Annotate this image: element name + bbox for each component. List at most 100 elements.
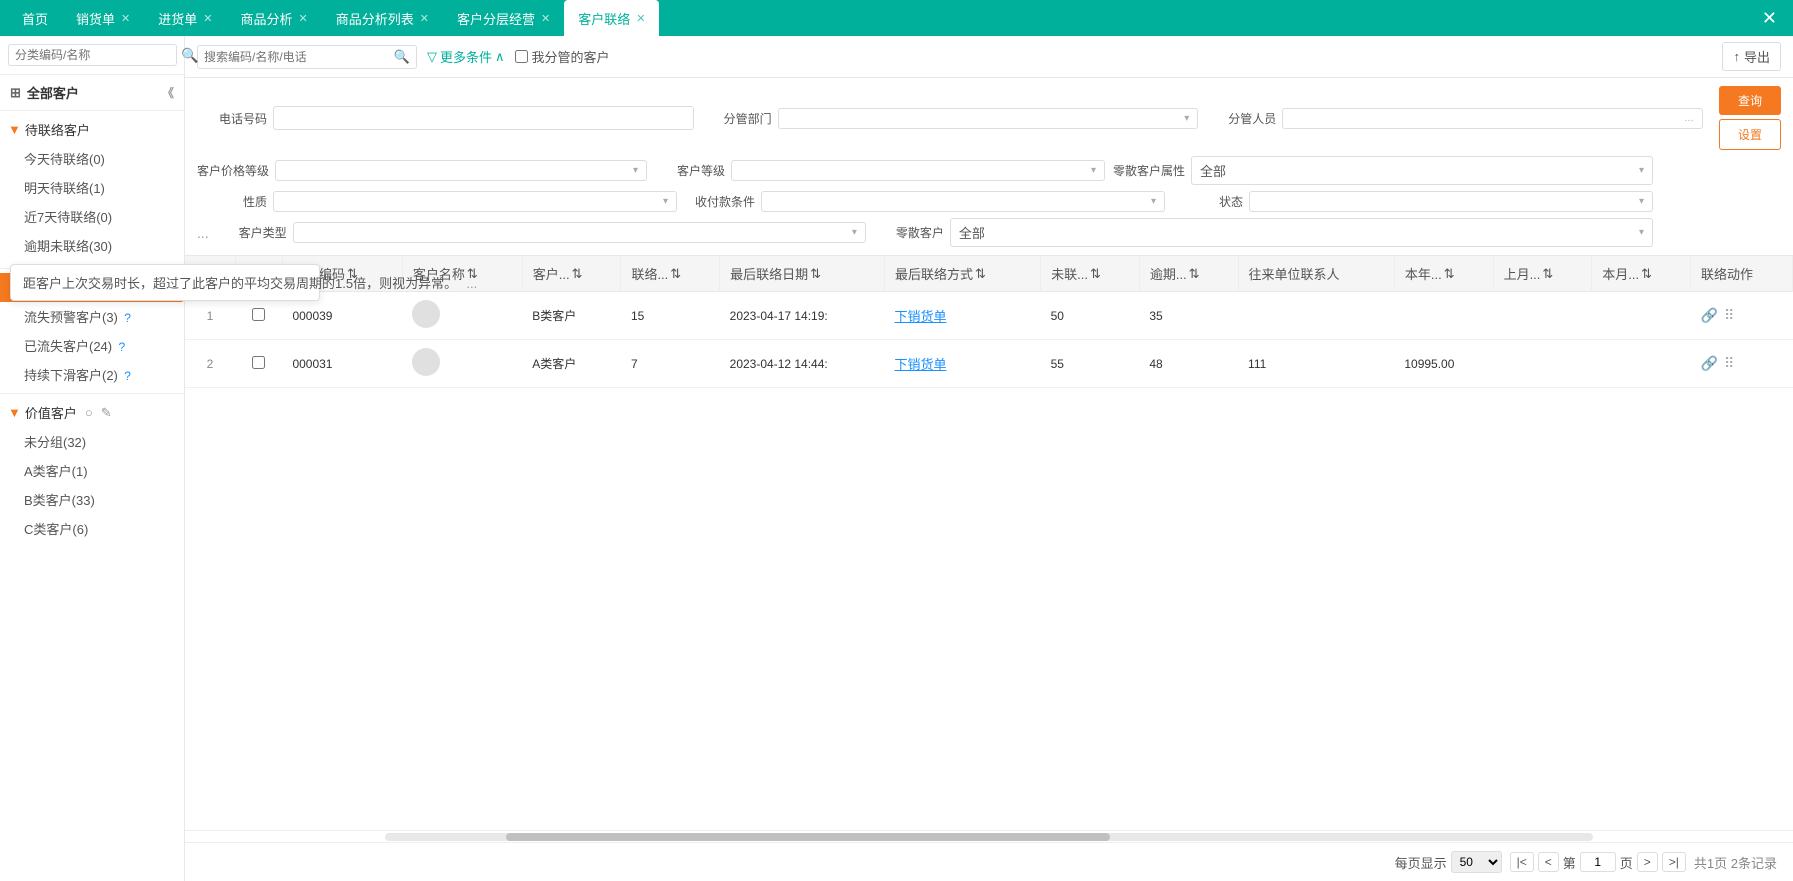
my-customers-checkbox[interactable] (515, 50, 528, 63)
th-contact-count: 联络...⇅ (621, 256, 720, 292)
first-page-button[interactable]: |< (1510, 852, 1534, 872)
edit2-icon[interactable]: ✎ (101, 405, 112, 421)
query-button[interactable]: 查询 (1719, 86, 1781, 115)
customer-level-select[interactable]: ▾ (731, 160, 1105, 181)
sidebar-item-unclassified[interactable]: 未分组(32) (0, 427, 184, 456)
sidebar-search-input[interactable] (8, 44, 177, 66)
sidebar-item-churned[interactable]: 已流失客户(24) ? (0, 331, 184, 360)
contact-method-link[interactable]: 下销货单 (894, 357, 946, 372)
contact-method-link[interactable]: 下销货单 (894, 309, 946, 324)
retail-attr-select[interactable]: 全部 ▾ (1191, 156, 1653, 185)
last-page-button[interactable]: >| (1662, 852, 1686, 872)
payment-select[interactable]: ▾ (761, 191, 1165, 212)
sort-icon[interactable]: ⇅ (670, 266, 681, 282)
sidebar-all-customers-header: ⊞ 全部客户 《 (0, 75, 184, 111)
chevron-down-icon: ▾ (1091, 165, 1096, 176)
row-checkbox[interactable] (252, 308, 265, 321)
question-icon[interactable]: ? (124, 311, 131, 325)
page-input[interactable] (1580, 852, 1616, 872)
window-close-button[interactable]: ✕ (1754, 8, 1785, 29)
sidebar-item-churn-warning[interactable]: 流失预警客户(3) ? (0, 302, 184, 331)
sort-icon[interactable]: ⇅ (1542, 266, 1553, 282)
sort-icon[interactable]: ⇅ (1641, 266, 1652, 282)
nav-purchase[interactable]: 进货单 ✕ (144, 0, 226, 36)
th-this-year: 本年...⇅ (1394, 256, 1493, 292)
sort-icon[interactable]: ⇅ (810, 266, 821, 282)
advanced-filter: 电话号码 分管部门 ▾ 分管人员 … (185, 78, 1793, 256)
cell-checkbox[interactable] (235, 340, 282, 388)
cell-category: B类客户 (522, 292, 621, 340)
chevron-down-icon: ▾ (1639, 165, 1644, 176)
chevron-down-icon: ▾ (1639, 196, 1644, 207)
sort-icon[interactable]: ⇅ (1090, 266, 1101, 282)
customer-type-select[interactable]: ▾ (293, 222, 866, 243)
close-icon[interactable]: ✕ (203, 12, 212, 25)
nav-customer-tier[interactable]: 客户分层经营 ✕ (443, 0, 564, 36)
edit-icon[interactable]: ○ (85, 405, 93, 420)
manager-select[interactable]: … (1282, 108, 1703, 129)
tooltip-close-icon[interactable]: ... (466, 276, 477, 291)
main-search-icon[interactable]: 🔍 (394, 49, 410, 65)
next-page-button[interactable]: > (1637, 852, 1658, 872)
sidebar-item-class-c[interactable]: C类客户(6) (0, 514, 184, 543)
close-icon[interactable]: ✕ (636, 12, 645, 25)
filter-row-4: ... 客户类型 ▾ 零散客户 全部 ▾ (197, 218, 1781, 247)
close-icon[interactable]: ✕ (541, 12, 550, 25)
sidebar-search-area: 🔍 (0, 36, 184, 75)
question-icon[interactable]: ? (118, 340, 125, 354)
filter-bar: 🔍 ▽ 更多条件 ∧ 我分管的客户 ↑ 导出 (185, 36, 1793, 78)
filter-icon: ▽ (427, 49, 437, 65)
cell-index: 2 (185, 340, 235, 388)
nav-home[interactable]: 首页 (8, 0, 62, 36)
chevron-down-icon: ▾ (1639, 227, 1644, 238)
sidebar-search-icon[interactable]: 🔍 (181, 47, 198, 64)
scrollbar-thumb[interactable] (506, 833, 1110, 841)
contact-icon[interactable]: 🔗 (1701, 355, 1718, 372)
row-checkbox[interactable] (252, 356, 265, 369)
gender-select[interactable]: ▾ (273, 191, 677, 212)
sort-icon[interactable]: ⇅ (975, 266, 986, 282)
more-conditions-button[interactable]: ▽ 更多条件 ∧ (427, 47, 505, 66)
pending-contact-toggle[interactable]: ▼ 待联络客户 (0, 115, 184, 144)
dept-select[interactable]: ▾ (778, 108, 1199, 129)
sidebar-item-today[interactable]: 今天待联络(0) (0, 144, 184, 173)
page-unit: 页 (1620, 853, 1633, 872)
close-icon[interactable]: ✕ (420, 12, 429, 25)
more-action-icon[interactable]: ⠿ (1724, 355, 1734, 372)
sidebar-item-7days[interactable]: 近7天待联络(0) (0, 202, 184, 231)
nav-product-analysis-list[interactable]: 商品分析列表 ✕ (322, 0, 443, 36)
sidebar-item-tomorrow[interactable]: 明天待联络(1) (0, 173, 184, 202)
retail-customer-select[interactable]: 全部 ▾ (950, 218, 1653, 247)
per-page-select[interactable]: 50 20 100 (1451, 851, 1502, 873)
nav-product-analysis[interactable]: 商品分析 ✕ (226, 0, 321, 36)
more-action-icon[interactable]: ⠿ (1724, 307, 1734, 324)
main-search-input[interactable] (204, 50, 390, 64)
status-select[interactable]: ▾ (1249, 191, 1653, 212)
sidebar-item-declining[interactable]: 持续下滑客户(2) ? (0, 360, 184, 389)
close-icon[interactable]: ✕ (121, 12, 130, 25)
sidebar-item-class-a[interactable]: A类客户(1) (0, 456, 184, 485)
sort-icon[interactable]: ⇅ (1189, 266, 1200, 282)
sidebar-item-overdue[interactable]: 逾期未联络(30) (0, 231, 184, 260)
nav-sales[interactable]: 销货单 ✕ (62, 0, 144, 36)
settings-button[interactable]: 设置 (1719, 119, 1781, 150)
action-icons: 🔗 ⠿ (1701, 307, 1783, 324)
horizontal-scrollbar[interactable] (185, 830, 1793, 842)
nav-customer-contact[interactable]: 客户联络 ✕ (564, 0, 659, 36)
page-navigation: |< < 第 页 > >| (1510, 852, 1686, 872)
close-icon[interactable]: ✕ (299, 12, 308, 25)
question-icon[interactable]: ? (124, 369, 131, 383)
sidebar-item-class-b[interactable]: B类客户(33) (0, 485, 184, 514)
th-overdue: 逾期...⇅ (1139, 256, 1238, 292)
collapse-icon[interactable]: 《 (162, 84, 174, 101)
prev-page-button[interactable]: < (1538, 852, 1559, 872)
price-level-select[interactable]: ▾ (275, 160, 647, 181)
export-button[interactable]: ↑ 导出 (1722, 42, 1781, 71)
phone-input[interactable] (273, 106, 694, 130)
sort-icon[interactable]: ⇅ (572, 266, 583, 282)
ellipsis-icon[interactable]: ... (197, 225, 209, 241)
sort-icon[interactable]: ⇅ (1444, 266, 1455, 282)
cell-unit-contact (1238, 292, 1394, 340)
contact-icon[interactable]: 🔗 (1701, 307, 1718, 324)
cell-last-contact-method: 下销货单 (884, 340, 1040, 388)
